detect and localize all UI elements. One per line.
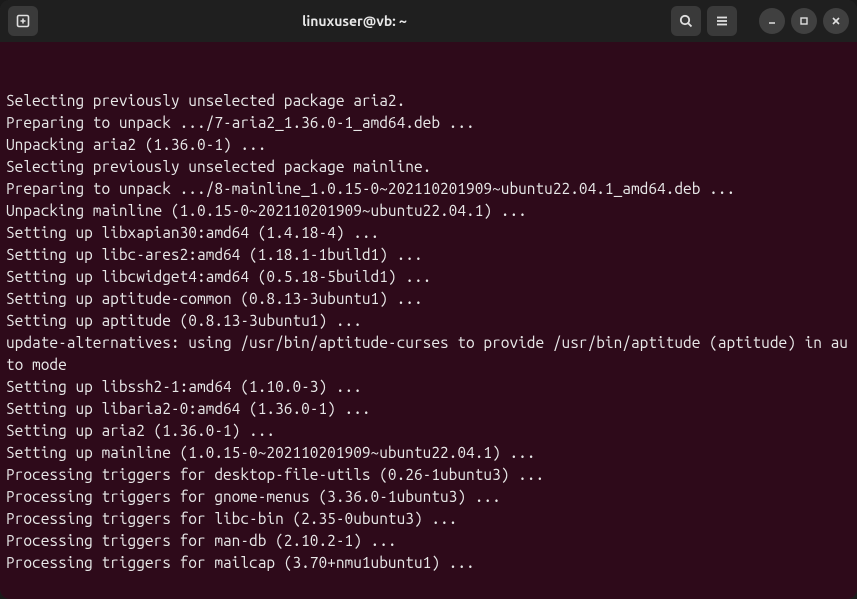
terminal-line: Setting up libssh2-1:amd64 (1.10.0-3) ..… — [6, 376, 851, 398]
window-title: linuxuser@vb: ~ — [44, 13, 665, 29]
terminal-line: Setting up libaria2-0:amd64 (1.36.0-1) .… — [6, 398, 851, 420]
terminal-line: Setting up aptitude (0.8.13-3ubuntu1) ..… — [6, 310, 851, 332]
new-tab-button[interactable] — [8, 6, 38, 36]
terminal-line: Processing triggers for man-db (2.10.2-1… — [6, 530, 851, 552]
terminal-line: update-alternatives: using /usr/bin/apti… — [6, 332, 851, 376]
terminal-line: Preparing to unpack .../8-mainline_1.0.1… — [6, 178, 851, 200]
terminal-line: Processing triggers for desktop-file-uti… — [6, 464, 851, 486]
maximize-icon — [798, 15, 810, 27]
terminal-line: Processing triggers for mailcap (3.70+nm… — [6, 552, 851, 574]
terminal-line: Selecting previously unselected package … — [6, 156, 851, 178]
terminal-line: Unpacking mainline (1.0.15-0~20211020190… — [6, 200, 851, 222]
terminal-line: Unpacking aria2 (1.36.0-1) ... — [6, 134, 851, 156]
maximize-button[interactable] — [791, 8, 817, 34]
terminal-output: Selecting previously unselected package … — [6, 90, 851, 574]
hamburger-icon — [714, 13, 730, 29]
terminal-line: Setting up aria2 (1.36.0-1) ... — [6, 420, 851, 442]
close-icon — [830, 15, 842, 27]
terminal-line: Processing triggers for gnome-menus (3.3… — [6, 486, 851, 508]
terminal-line: Preparing to unpack .../7-aria2_1.36.0-1… — [6, 112, 851, 134]
titlebar: linuxuser@vb: ~ — [0, 0, 857, 42]
terminal-window: linuxuser@vb: ~ — [0, 0, 857, 599]
new-tab-icon — [15, 13, 31, 29]
menu-button[interactable] — [707, 6, 737, 36]
search-button[interactable] — [671, 6, 701, 36]
terminal-line: Processing triggers for libc-bin (2.35-0… — [6, 508, 851, 530]
terminal-line: Selecting previously unselected package … — [6, 90, 851, 112]
terminal-line: Setting up libxapian30:amd64 (1.4.18-4) … — [6, 222, 851, 244]
minimize-icon — [766, 15, 778, 27]
minimize-button[interactable] — [759, 8, 785, 34]
terminal-line: Setting up libc-ares2:amd64 (1.18.1-1bui… — [6, 244, 851, 266]
terminal-line: Setting up libcwidget4:amd64 (0.5.18-5bu… — [6, 266, 851, 288]
search-icon — [678, 13, 694, 29]
terminal-output-area[interactable]: Selecting previously unselected package … — [0, 42, 857, 599]
terminal-line: Setting up mainline (1.0.15-0~2021102019… — [6, 442, 851, 464]
terminal-line: Setting up aptitude-common (0.8.13-3ubun… — [6, 288, 851, 310]
close-button[interactable] — [823, 8, 849, 34]
